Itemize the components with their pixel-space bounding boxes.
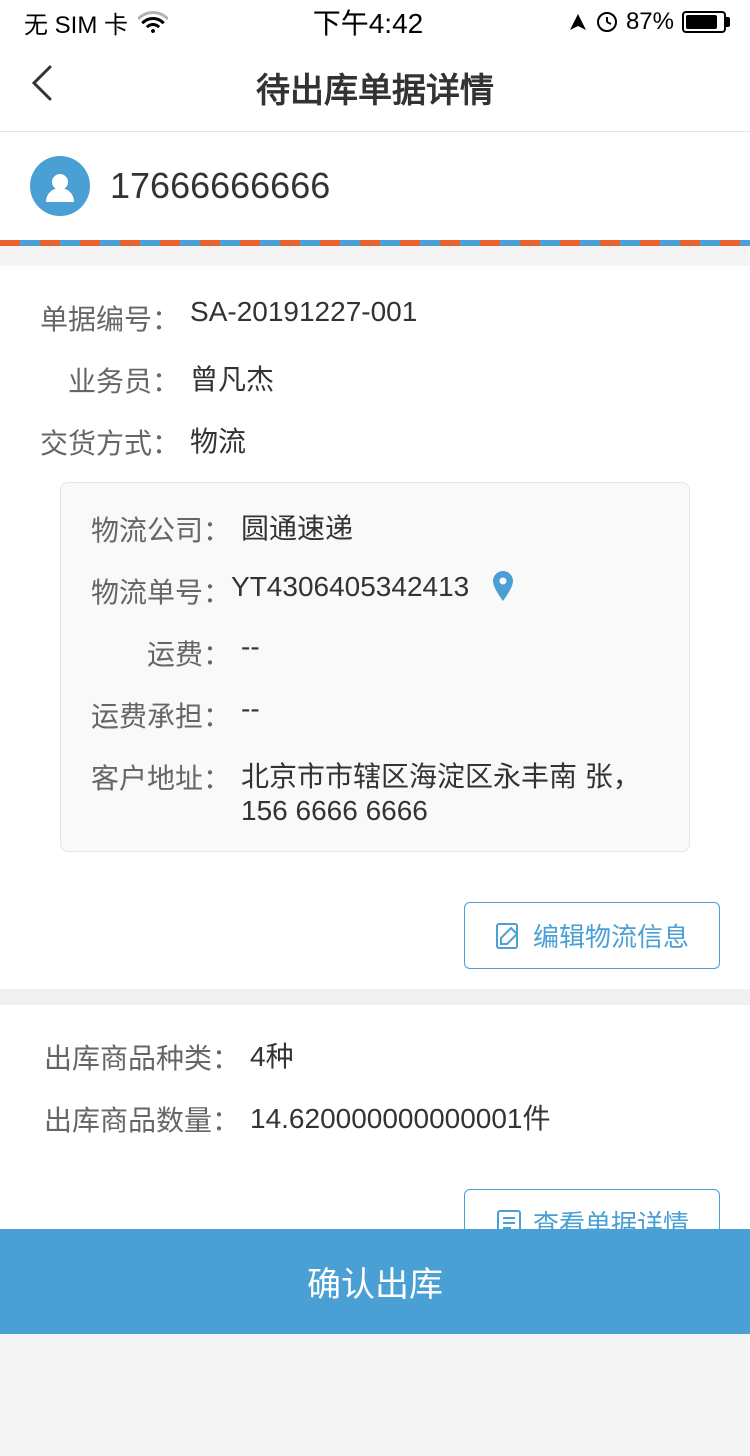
back-button[interactable] — [30, 63, 54, 112]
goods-section: 出库商品种类： 4种 出库商品数量： 14.620000000000001件 — [0, 1005, 750, 1169]
edit-logistics-container: 编辑物流信息 — [0, 882, 750, 989]
status-bar-left: 无 SIM 卡 — [24, 5, 168, 40]
delivery-method-label: 交货方式： — [40, 420, 180, 462]
goods-types-row: 出库商品种类： 4种 — [40, 1035, 710, 1077]
logistics-freight-bearer-value: -- — [241, 693, 659, 725]
logistics-company-row: 物流公司： 圆通速递 — [91, 507, 659, 549]
logistics-tracking-label: 物流单号： — [91, 569, 231, 611]
sales-person-label: 业务员： — [40, 358, 180, 400]
sales-person-value: 曾凡杰 — [190, 358, 710, 398]
carrier-text: 无 SIM 卡 — [24, 5, 128, 40]
order-number-value: SA-20191227-001 — [190, 296, 710, 328]
order-number-row: 单据编号： SA-20191227-001 — [40, 296, 710, 338]
customer-phone: 17666666666 — [110, 165, 330, 207]
delivery-method-row: 交货方式： 物流 — [40, 420, 710, 462]
logistics-tracking-value: YT4306405342413 — [231, 571, 469, 603]
battery-fill — [686, 15, 717, 29]
goods-quantity-label: 出库商品数量： — [40, 1097, 240, 1139]
logistics-tracking-number-container: YT4306405342413 — [231, 569, 521, 605]
logistics-card: 物流公司： 圆通速递 物流单号： YT4306405342413 运费： -- … — [60, 482, 690, 852]
page-title: 待出库单据详情 — [256, 63, 494, 112]
edit-logistics-label: 编辑物流信息 — [533, 917, 689, 954]
status-bar: 无 SIM 卡 下午4:42 87% — [0, 0, 750, 44]
logistics-freight-bearer-label: 运费承担： — [91, 693, 231, 735]
logistics-address-value: 北京市市辖区海淀区永丰南 张，156 6666 6666 — [241, 755, 659, 827]
logistics-freight-bearer-row: 运费承担： -- — [91, 693, 659, 735]
battery-icon — [682, 11, 726, 33]
logistics-freight-label: 运费： — [91, 631, 231, 673]
location-arrow-icon — [568, 12, 588, 32]
logistics-freight-row: 运费： -- — [91, 631, 659, 673]
edit-logistics-button[interactable]: 编辑物流信息 — [464, 902, 720, 969]
delivery-method-value: 物流 — [190, 420, 710, 460]
sales-person-row: 业务员： 曾凡杰 — [40, 358, 710, 400]
goods-quantity-value: 14.620000000000001件 — [250, 1097, 710, 1137]
logistics-company-value: 圆通速递 — [241, 507, 659, 547]
edit-icon — [495, 922, 523, 950]
logistics-tracking-row: 物流单号： YT4306405342413 — [91, 569, 659, 611]
confirm-button-label: 确认出库 — [307, 1257, 443, 1306]
dashed-divider — [0, 240, 750, 246]
customer-avatar — [30, 156, 90, 216]
map-pin-icon[interactable] — [485, 569, 521, 605]
nav-bar: 待出库单据详情 — [0, 44, 750, 132]
clock-icon — [596, 11, 618, 33]
confirm-button-bar[interactable]: 确认出库 — [0, 1229, 750, 1334]
goods-types-value: 4种 — [250, 1035, 710, 1075]
customer-header: 17666666666 — [0, 132, 750, 240]
goods-quantity-row: 出库商品数量： 14.620000000000001件 — [40, 1097, 710, 1139]
order-info-section: 单据编号： SA-20191227-001 业务员： 曾凡杰 交货方式： 物流 … — [0, 266, 750, 882]
status-bar-time: 下午4:42 — [313, 2, 424, 42]
battery-text: 87% — [626, 8, 674, 36]
logistics-address-row: 客户地址： 北京市市辖区海淀区永丰南 张，156 6666 6666 — [91, 755, 659, 827]
order-number-label: 单据编号： — [40, 296, 180, 338]
logistics-freight-value: -- — [241, 631, 659, 663]
goods-types-label: 出库商品种类： — [40, 1035, 240, 1077]
status-bar-right: 87% — [568, 8, 726, 36]
logistics-company-label: 物流公司： — [91, 507, 231, 549]
logistics-address-label: 客户地址： — [91, 755, 231, 797]
wifi-icon — [138, 11, 168, 33]
section-divider-1 — [0, 989, 750, 1005]
